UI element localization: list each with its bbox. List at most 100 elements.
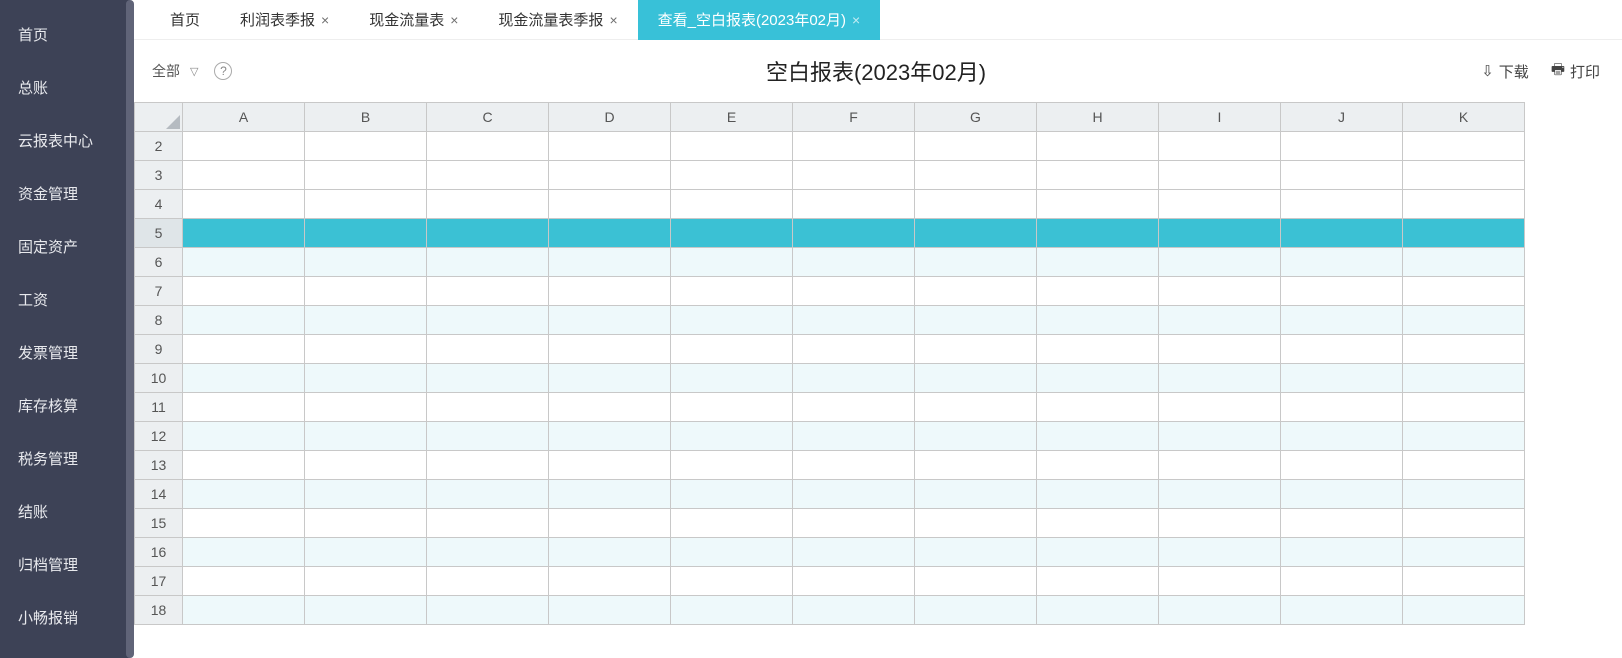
nav-funds[interactable]: 资金管理 xyxy=(0,167,130,220)
cell[interactable] xyxy=(1281,219,1403,248)
cell[interactable] xyxy=(1159,451,1281,480)
cell[interactable] xyxy=(427,364,549,393)
cell[interactable] xyxy=(793,393,915,422)
cell[interactable] xyxy=(1403,306,1525,335)
nav-home[interactable]: 首页 xyxy=(0,8,130,61)
nav-expense[interactable]: 小畅报销 xyxy=(0,591,130,644)
column-header[interactable]: A xyxy=(183,103,305,132)
cell[interactable] xyxy=(1159,161,1281,190)
cell[interactable] xyxy=(1281,422,1403,451)
cell[interactable] xyxy=(1159,509,1281,538)
cell[interactable] xyxy=(305,277,427,306)
cell[interactable] xyxy=(915,364,1037,393)
cell[interactable] xyxy=(1159,132,1281,161)
cell[interactable] xyxy=(671,422,793,451)
cell[interactable] xyxy=(549,277,671,306)
cell[interactable] xyxy=(915,567,1037,596)
cell[interactable] xyxy=(1037,596,1159,625)
cell[interactable] xyxy=(427,219,549,248)
cell[interactable] xyxy=(305,306,427,335)
row-header[interactable]: 6 xyxy=(135,248,183,277)
cell[interactable] xyxy=(183,161,305,190)
cell[interactable] xyxy=(1403,190,1525,219)
cell[interactable] xyxy=(671,161,793,190)
cell[interactable] xyxy=(1281,451,1403,480)
row-header[interactable]: 11 xyxy=(135,393,183,422)
tab-cashflow[interactable]: 现金流量表× xyxy=(349,0,478,40)
cell[interactable] xyxy=(183,335,305,364)
cell[interactable] xyxy=(915,277,1037,306)
cell[interactable] xyxy=(183,190,305,219)
cell[interactable] xyxy=(671,451,793,480)
cell[interactable] xyxy=(915,538,1037,567)
cell[interactable] xyxy=(915,509,1037,538)
cell[interactable] xyxy=(549,451,671,480)
cell[interactable] xyxy=(793,161,915,190)
cell[interactable] xyxy=(305,480,427,509)
cell[interactable] xyxy=(1403,335,1525,364)
cell[interactable] xyxy=(793,219,915,248)
cell[interactable] xyxy=(793,364,915,393)
tab-cashflow-quarterly[interactable]: 现金流量表季报× xyxy=(478,0,637,40)
cell[interactable] xyxy=(305,596,427,625)
cell[interactable] xyxy=(427,451,549,480)
cell[interactable] xyxy=(305,219,427,248)
cell[interactable] xyxy=(1281,306,1403,335)
row-header[interactable]: 5 xyxy=(135,219,183,248)
cell[interactable] xyxy=(915,335,1037,364)
cell[interactable] xyxy=(549,538,671,567)
cell[interactable] xyxy=(1281,393,1403,422)
cell[interactable] xyxy=(1159,306,1281,335)
cell[interactable] xyxy=(1159,393,1281,422)
cell[interactable] xyxy=(915,480,1037,509)
cell[interactable] xyxy=(1037,480,1159,509)
cell[interactable] xyxy=(1281,277,1403,306)
cell[interactable] xyxy=(793,335,915,364)
cell[interactable] xyxy=(671,538,793,567)
cell[interactable] xyxy=(1281,480,1403,509)
cell[interactable] xyxy=(1403,509,1525,538)
cell[interactable] xyxy=(915,161,1037,190)
column-header[interactable]: J xyxy=(1281,103,1403,132)
cell[interactable] xyxy=(1403,451,1525,480)
close-icon[interactable]: × xyxy=(321,12,329,28)
select-all-corner[interactable] xyxy=(135,103,183,132)
cell[interactable] xyxy=(549,480,671,509)
column-header[interactable]: I xyxy=(1159,103,1281,132)
row-header[interactable]: 4 xyxy=(135,190,183,219)
cell[interactable] xyxy=(183,393,305,422)
nav-tax[interactable]: 税务管理 xyxy=(0,432,130,485)
cell[interactable] xyxy=(915,248,1037,277)
cell[interactable] xyxy=(793,596,915,625)
cell[interactable] xyxy=(1403,422,1525,451)
cell[interactable] xyxy=(671,248,793,277)
cell[interactable] xyxy=(305,422,427,451)
cell[interactable] xyxy=(305,190,427,219)
cell[interactable] xyxy=(549,422,671,451)
cell[interactable] xyxy=(305,538,427,567)
nav-ledger[interactable]: 总账 xyxy=(0,61,130,114)
column-header[interactable]: B xyxy=(305,103,427,132)
cell[interactable] xyxy=(671,567,793,596)
cell[interactable] xyxy=(183,596,305,625)
cell[interactable] xyxy=(427,306,549,335)
cell[interactable] xyxy=(183,277,305,306)
cell[interactable] xyxy=(549,509,671,538)
nav-archive[interactable]: 归档管理 xyxy=(0,538,130,591)
cell[interactable] xyxy=(183,248,305,277)
cell[interactable] xyxy=(305,567,427,596)
cell[interactable] xyxy=(1403,567,1525,596)
cell[interactable] xyxy=(549,335,671,364)
cell[interactable] xyxy=(1037,509,1159,538)
cell[interactable] xyxy=(793,451,915,480)
cell[interactable] xyxy=(915,596,1037,625)
cell[interactable] xyxy=(549,190,671,219)
cell[interactable] xyxy=(671,509,793,538)
cell[interactable] xyxy=(1281,596,1403,625)
cell[interactable] xyxy=(793,248,915,277)
cell[interactable] xyxy=(305,451,427,480)
row-header[interactable]: 14 xyxy=(135,480,183,509)
nav-invoice[interactable]: 发票管理 xyxy=(0,326,130,379)
cell[interactable] xyxy=(1403,277,1525,306)
cell[interactable] xyxy=(1159,480,1281,509)
